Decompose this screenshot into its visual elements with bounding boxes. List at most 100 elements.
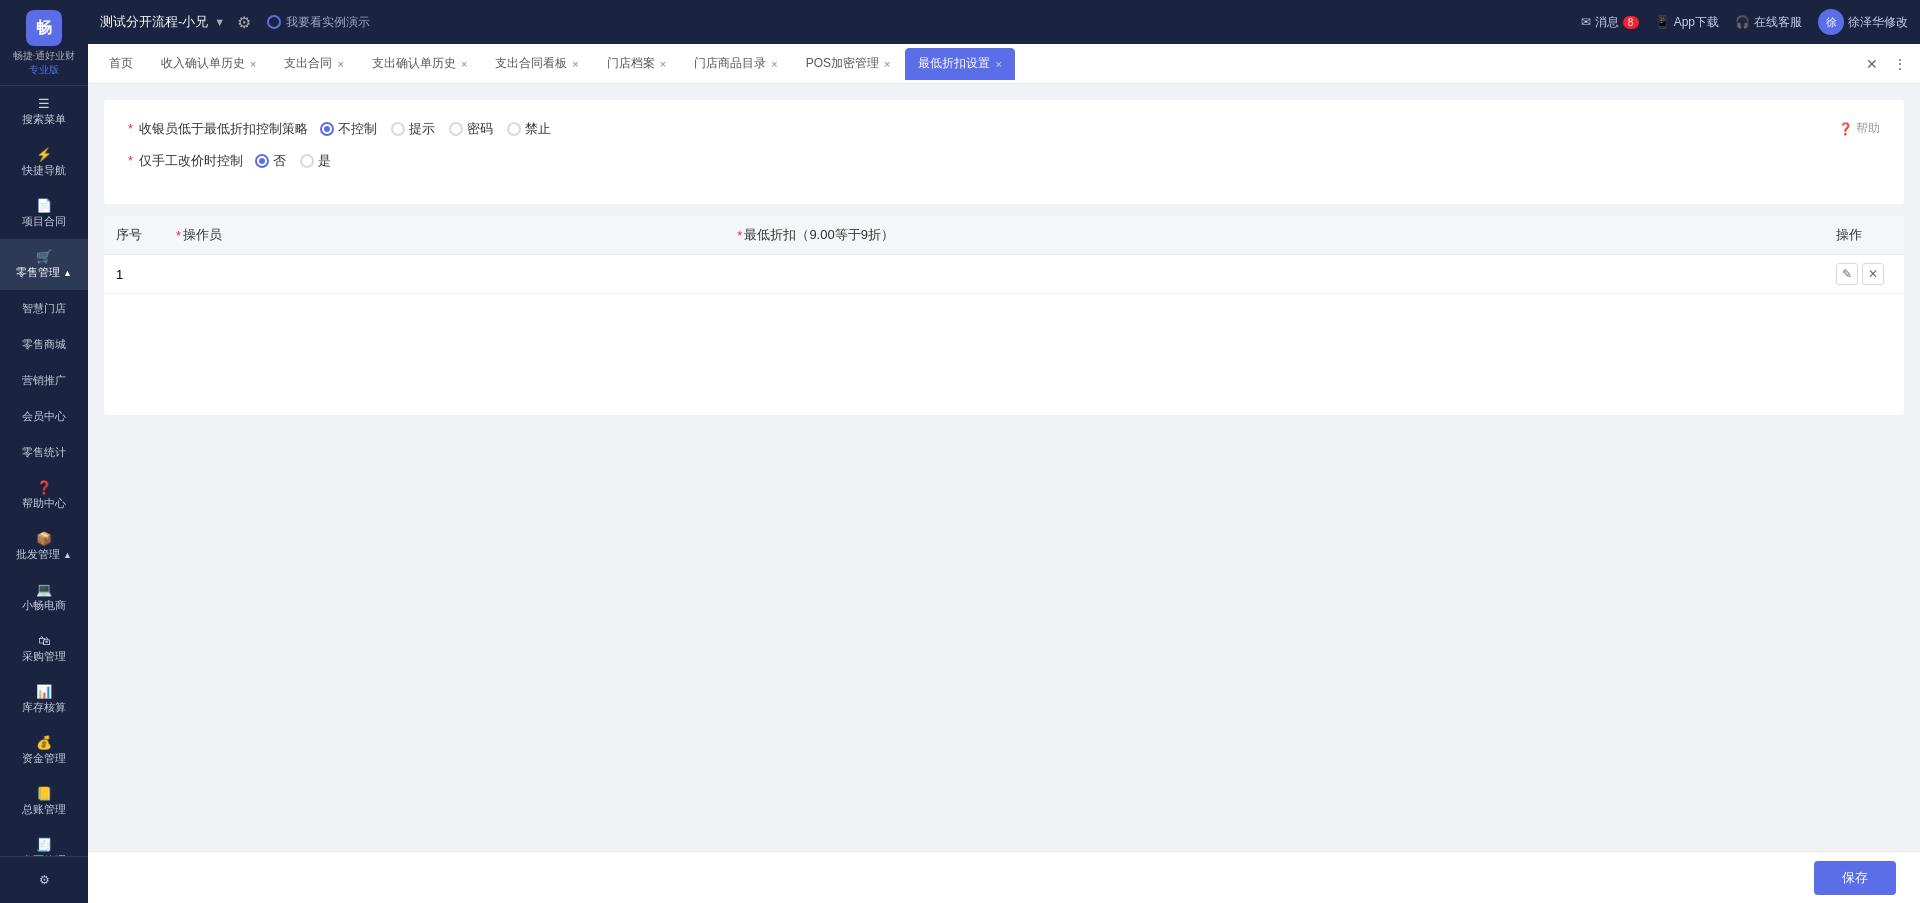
discount-option-no_control[interactable]: 不控制 [320,120,377,138]
main-body: * 收银员低于最低折扣控制策略 不控制 提示 密码 禁止 [88,84,1920,903]
tab-close-icon[interactable]: × [250,58,256,70]
discount-option-ban[interactable]: 禁止 [507,120,551,138]
manual-control-row: * 仅手工改价时控制 否 是 [128,152,1838,170]
tab-close-icon[interactable]: × [461,58,467,70]
sidebar-item-invoice[interactable]: 🧾 发票管理 [0,827,88,856]
phone-icon: 📱 [1655,15,1670,29]
tab-close-icon[interactable]: × [884,58,890,70]
row-actions: ✎ ✕ [1836,263,1884,285]
project-dropdown-icon[interactable]: ▼ [214,16,225,28]
sidebar-item-wholesale[interactable]: 📦 批发管理 ▲ [0,521,88,572]
sidebar-nav: ☰ 搜索菜单 ⚡ 快捷导航 📄 项目合同 🛒 零售管理 ▲ 智慧门店 零售商城 … [0,86,88,856]
sidebar-item-shortcut[interactable]: ⚡ 快捷导航 [0,137,88,188]
topbar-demo[interactable]: 我要看实例演示 [267,14,370,31]
shortcut-icon: ⚡ [36,147,52,162]
sidebar-item-retail-mall[interactable]: 零售商城 [0,326,88,362]
manual-option-no[interactable]: 否 [255,152,286,170]
sidebar-item-ledger[interactable]: 📒 总账管理 [0,776,88,827]
col-header-operator: *操作员 [164,216,725,254]
tab-label: 支出合同看板 [495,55,567,72]
messages-button[interactable]: ✉ 消息 8 [1581,14,1639,31]
inventory-icon: 📊 [36,684,52,699]
topbar-settings-icon[interactable]: ⚙ [237,13,251,32]
sidebar-item-smart-store[interactable]: 智慧门店 [0,290,88,326]
sidebar-footer[interactable]: ⚙ [0,856,88,903]
radio-circle-no_control [320,122,334,136]
sidebar-item-retail-stat[interactable]: 零售统计 [0,434,88,470]
tab-payment-confirm[interactable]: 支出确认单历史 × [359,48,480,80]
radio-circle-manual-no [255,154,269,168]
sidebar-item-contract[interactable]: 📄 项目合同 [0,188,88,239]
row-delete-button[interactable]: ✕ [1862,263,1884,285]
user-name: 徐泽华修改 [1848,14,1908,31]
radio-circle-password [449,122,463,136]
purchase-icon: 🛍 [38,633,51,648]
tab-label: 首页 [109,55,133,72]
purchase-label: 采购管理 [22,649,66,664]
table-body: 1 ✎ ✕ [104,255,1904,415]
tab-min-discount[interactable]: 最低折扣设置 × [905,48,1014,80]
radio-label-ban: 禁止 [525,120,551,138]
online-support-label: 在线客服 [1754,14,1802,31]
sidebar-item-search[interactable]: ☰ 搜索菜单 [0,86,88,137]
tab-pos-password[interactable]: POS加密管理 × [793,48,904,80]
sidebar-item-retail[interactable]: 🛒 零售管理 ▲ [0,239,88,290]
retail-mall-label: 零售商城 [22,337,66,352]
finance-label: 资金管理 [22,751,66,766]
tab-label: 支出合同 [284,55,332,72]
ecommerce-icon: 💻 [36,582,52,597]
topbar: 测试分开流程-小兄 ▼ ⚙ 我要看实例演示 ✉ 消息 8 📱 App下载 🎧 在… [88,0,1920,44]
demo-text: 我要看实例演示 [286,14,370,31]
sidebar-item-help[interactable]: ❓ 帮助中心 [0,470,88,521]
sidebar-item-member[interactable]: 会员中心 [0,398,88,434]
sidebar-item-finance[interactable]: 💰 资金管理 [0,725,88,776]
tab-payment-board[interactable]: 支出合同看板 × [482,48,591,80]
app-download-label: App下载 [1674,14,1719,31]
app-download-button[interactable]: 📱 App下载 [1655,14,1719,31]
sidebar: 畅 畅捷·通好业财 专业版 ☰ 搜索菜单 ⚡ 快捷导航 📄 项目合同 🛒 零售管… [0,0,88,903]
cell-discount [725,255,1824,293]
finance-icon: 💰 [36,735,52,750]
col-header-seq: 序号 [104,216,164,254]
sidebar-item-inventory[interactable]: 📊 库存核算 [0,674,88,725]
radio-circle-ban [507,122,521,136]
row-edit-button[interactable]: ✎ [1836,263,1858,285]
tab-income-confirm[interactable]: 收入确认单历史 × [148,48,269,80]
tab-close-icon[interactable]: × [572,58,578,70]
sidebar-item-marketing[interactable]: 营销推广 [0,362,88,398]
tab-store-archive[interactable]: 门店档案 × [594,48,679,80]
sidebar-item-settings[interactable]: ⚙ [0,869,88,891]
topbar-project: 测试分开流程-小兄 ▼ [100,13,225,31]
tab-store-product[interactable]: 门店商品目录 × [681,48,790,80]
ledger-label: 总账管理 [22,802,66,817]
wholesale-icon: 📦 [36,531,52,546]
sidebar-item-ecommerce[interactable]: 💻 小畅电商 [0,572,88,623]
radio-label-no_control: 不控制 [338,120,377,138]
tab-label: 最低折扣设置 [918,55,990,72]
tab-label: POS加密管理 [806,55,879,72]
app-logo-icon: 畅 [26,10,62,46]
more-tabs-button[interactable]: ⋮ [1888,52,1912,76]
save-button[interactable]: 保存 [1814,861,1896,895]
ecommerce-label: 小畅电商 [22,598,66,613]
help-link[interactable]: ❓ 帮助 [1838,120,1880,137]
discount-option-remind[interactable]: 提示 [391,120,435,138]
cell-action: ✎ ✕ [1824,255,1904,293]
radio-label-password: 密码 [467,120,493,138]
tab-close-icon[interactable]: × [337,58,343,70]
tab-close-icon[interactable]: × [660,58,666,70]
tab-label: 收入确认单历史 [161,55,245,72]
tab-close-icon[interactable]: × [771,58,777,70]
sidebar-item-purchase[interactable]: 🛍 采购管理 [0,623,88,674]
close-tab-button[interactable]: ✕ [1860,52,1884,76]
tab-close-icon[interactable]: × [995,58,1001,70]
tab-home[interactable]: 首页 [96,48,146,80]
online-support-button[interactable]: 🎧 在线客服 [1735,14,1802,31]
tab-payment-contract[interactable]: 支出合同 × [271,48,356,80]
manual-option-yes[interactable]: 是 [300,152,331,170]
demo-circle-icon [267,15,281,29]
tabs-right-controls: ✕ ⋮ [1860,52,1912,76]
discount-option-password[interactable]: 密码 [449,120,493,138]
help-icon: ❓ [36,480,52,495]
user-info[interactable]: 徐 徐泽华修改 [1818,9,1908,35]
